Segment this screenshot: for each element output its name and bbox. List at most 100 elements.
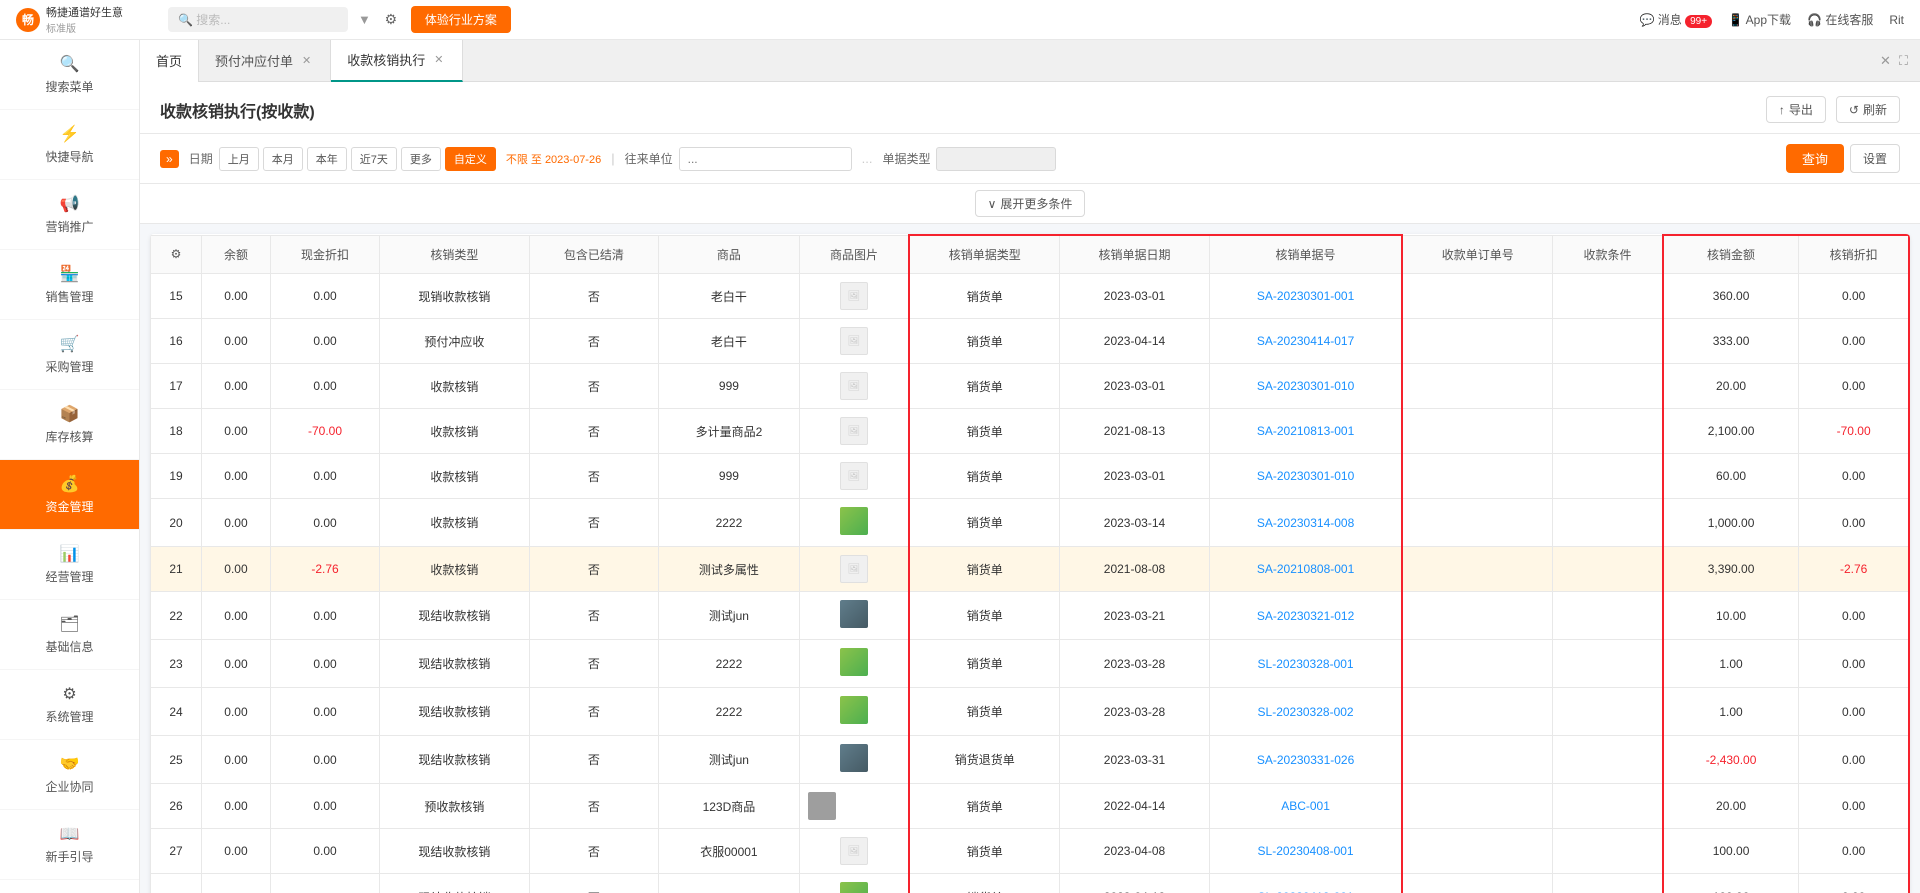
notifications-badge: 99+ [1685, 15, 1712, 28]
trading-unit-input[interactable] [679, 147, 852, 171]
goods-image-cell [799, 499, 909, 547]
voucher-link[interactable]: SA-20210813-001 [1257, 424, 1354, 438]
include-settled: 否 [529, 409, 658, 454]
date-this-month[interactable]: 本月 [263, 147, 303, 171]
balance: 0.00 [202, 409, 271, 454]
voucher-type-select[interactable]: 销货单 销货退货单 [936, 147, 1056, 171]
voucher-link[interactable]: SL-20230328-001 [1258, 657, 1354, 671]
table-row: 200.000.00收款核销否2222销货单2023-03-14SA-20230… [151, 499, 1910, 547]
sidebar-item-finance[interactable]: 💰 资金管理 [0, 460, 139, 530]
sidebar-item-marketing[interactable]: 📢 营销推广 [0, 180, 139, 250]
verify-amount: 1,000.00 [1663, 499, 1799, 547]
sidebar-item-enterprise[interactable]: 🤝 企业协同 [0, 740, 139, 810]
search-placeholder: 🔍 搜索... [178, 11, 230, 28]
solution-btn[interactable]: 体验行业方案 [411, 6, 511, 33]
user-name[interactable]: Rit [1889, 13, 1904, 27]
voucher-link[interactable]: ABC-001 [1281, 799, 1330, 813]
query-button[interactable]: 查询 [1786, 144, 1844, 173]
tab-prepay-close[interactable]: ✕ [299, 53, 314, 68]
sidebar-item-hardware[interactable]: 🖥 智能硬件 [0, 880, 139, 893]
sidebar-item-sales[interactable]: 🏪 销售管理 [0, 250, 139, 320]
voucher-link[interactable]: SA-20230314-008 [1257, 516, 1354, 530]
verify-amount: 20.00 [1663, 784, 1799, 829]
top-bar-mid: 🔍 搜索... ▼ ⚙ 体验行业方案 [168, 6, 1627, 33]
settings-icon[interactable]: ⚙ [381, 10, 401, 30]
col-verify-discount: 核销折扣 [1799, 235, 1909, 274]
verify-discount: 0.00 [1799, 736, 1909, 784]
main-table: ⚙ 余额 现金折扣 核销类型 包含已结清 商品 商品图片 核销单据类型 核销单据… [150, 234, 1910, 893]
tab-receipt-verify[interactable]: 收款核销执行 ✕ [331, 40, 463, 82]
verify-amount: 333.00 [1663, 319, 1799, 364]
verify-discount: 0.00 [1799, 874, 1909, 893]
voucher-link[interactable]: SA-20230414-017 [1257, 334, 1354, 348]
goods-image: 🖼 [840, 372, 868, 400]
voucher-link[interactable]: SL-20230328-002 [1258, 705, 1354, 719]
goods-image-cell [799, 592, 909, 640]
verify-voucher-type: 销货单 [909, 274, 1059, 319]
verify-voucher-date: 2023-03-01 [1060, 454, 1210, 499]
goods: 衣服00001 [659, 829, 800, 874]
enterprise-icon: 🤝 [60, 754, 80, 774]
tab-expand-window[interactable]: ⛶ [1899, 53, 1908, 69]
page-header: 收款核销执行(按收款) ↑ 导出 ↺ 刷新 [140, 82, 1920, 134]
voucher-link[interactable]: SA-20230301-010 [1257, 379, 1354, 393]
goods-image-cell [799, 874, 909, 893]
goods-image-cell [799, 688, 909, 736]
cash-discount: 0.00 [270, 736, 379, 784]
row-no: 17 [151, 364, 202, 409]
receipt-condition [1553, 319, 1663, 364]
tab-prepay[interactable]: 预付冲应付单 ✕ [199, 40, 331, 82]
refresh-button[interactable]: ↺ 刷新 [1836, 96, 1900, 123]
sidebar-item-basic[interactable]: 🗂 基础信息 [0, 600, 139, 670]
sidebar-item-guide[interactable]: 📖 新手引导 [0, 810, 139, 880]
voucher-link[interactable]: SA-20230301-001 [1257, 289, 1354, 303]
sidebar-item-operation[interactable]: 📊 经营管理 [0, 530, 139, 600]
online-service[interactable]: 🎧 在线客服 [1807, 11, 1873, 28]
voucher-link[interactable]: SL-20230408-001 [1258, 844, 1354, 858]
sidebar-item-system[interactable]: ⚙ 系统管理 [0, 670, 139, 740]
verify-type: 现结收款核销 [380, 829, 530, 874]
goods-image-cell: 🖼 [799, 319, 909, 364]
sidebar-item-purchase[interactable]: 🛒 采购管理 [0, 320, 139, 390]
include-settled: 否 [529, 274, 658, 319]
voucher-link[interactable]: SA-20230331-026 [1257, 753, 1354, 767]
filter-collapse-btn[interactable]: » [160, 150, 179, 168]
dropdown-arrow[interactable]: ▼ [358, 12, 371, 27]
settings-button[interactable]: 设置 [1850, 144, 1900, 173]
tab-receipt-verify-close[interactable]: ✕ [431, 52, 446, 67]
goods: 999 [659, 364, 800, 409]
app-download[interactable]: 📱 App下载 [1728, 11, 1791, 28]
export-button[interactable]: ↑ 导出 [1766, 96, 1826, 123]
tab-home[interactable]: 首页 [140, 40, 199, 82]
date-last-month[interactable]: 上月 [219, 147, 259, 171]
voucher-link[interactable]: SA-20230321-012 [1257, 609, 1354, 623]
tab-bar: 首页 预付冲应付单 ✕ 收款核销执行 ✕ ✕ ⛶ [140, 40, 1920, 82]
col-settings[interactable]: ⚙ [151, 235, 202, 274]
date-7days[interactable]: 近7天 [351, 147, 397, 171]
voucher-link[interactable]: SA-20230301-010 [1257, 469, 1354, 483]
goods-image [840, 882, 868, 893]
verify-voucher-type: 销货单 [909, 592, 1059, 640]
receipt-order-no [1402, 736, 1552, 784]
sidebar-item-quick-nav[interactable]: ⚡ 快捷导航 [0, 110, 139, 180]
receipt-order-no [1402, 640, 1552, 688]
table-row: 180.00-70.00收款核销否多计量商品2🖼销货单2021-08-13SA-… [151, 409, 1910, 454]
sidebar-item-search-menu[interactable]: 🔍 搜索菜单 [0, 40, 139, 110]
page-header-actions: ↑ 导出 ↺ 刷新 [1766, 96, 1900, 123]
sidebar-item-label: 库存核算 [45, 428, 93, 445]
date-this-year[interactable]: 本年 [307, 147, 347, 171]
date-more[interactable]: 更多 [401, 147, 441, 171]
date-custom[interactable]: 自定义 [445, 147, 496, 171]
balance: 0.00 [202, 640, 271, 688]
voucher-link[interactable]: SA-20210808-001 [1257, 562, 1354, 576]
table-row: 250.000.00现结收款核销否测试jun销货退货单2023-03-31SA-… [151, 736, 1910, 784]
row-no: 20 [151, 499, 202, 547]
verify-type: 收款核销 [380, 499, 530, 547]
notifications[interactable]: 💬 消息 99+ [1639, 11, 1712, 28]
expand-more-btn[interactable]: ∨ 展开更多条件 [975, 190, 1086, 217]
receipt-condition [1553, 454, 1663, 499]
tab-close-window[interactable]: ✕ [1880, 53, 1891, 69]
goods: 老白干 [659, 319, 800, 364]
verify-discount: 0.00 [1799, 319, 1909, 364]
sidebar-item-inventory[interactable]: 📦 库存核算 [0, 390, 139, 460]
